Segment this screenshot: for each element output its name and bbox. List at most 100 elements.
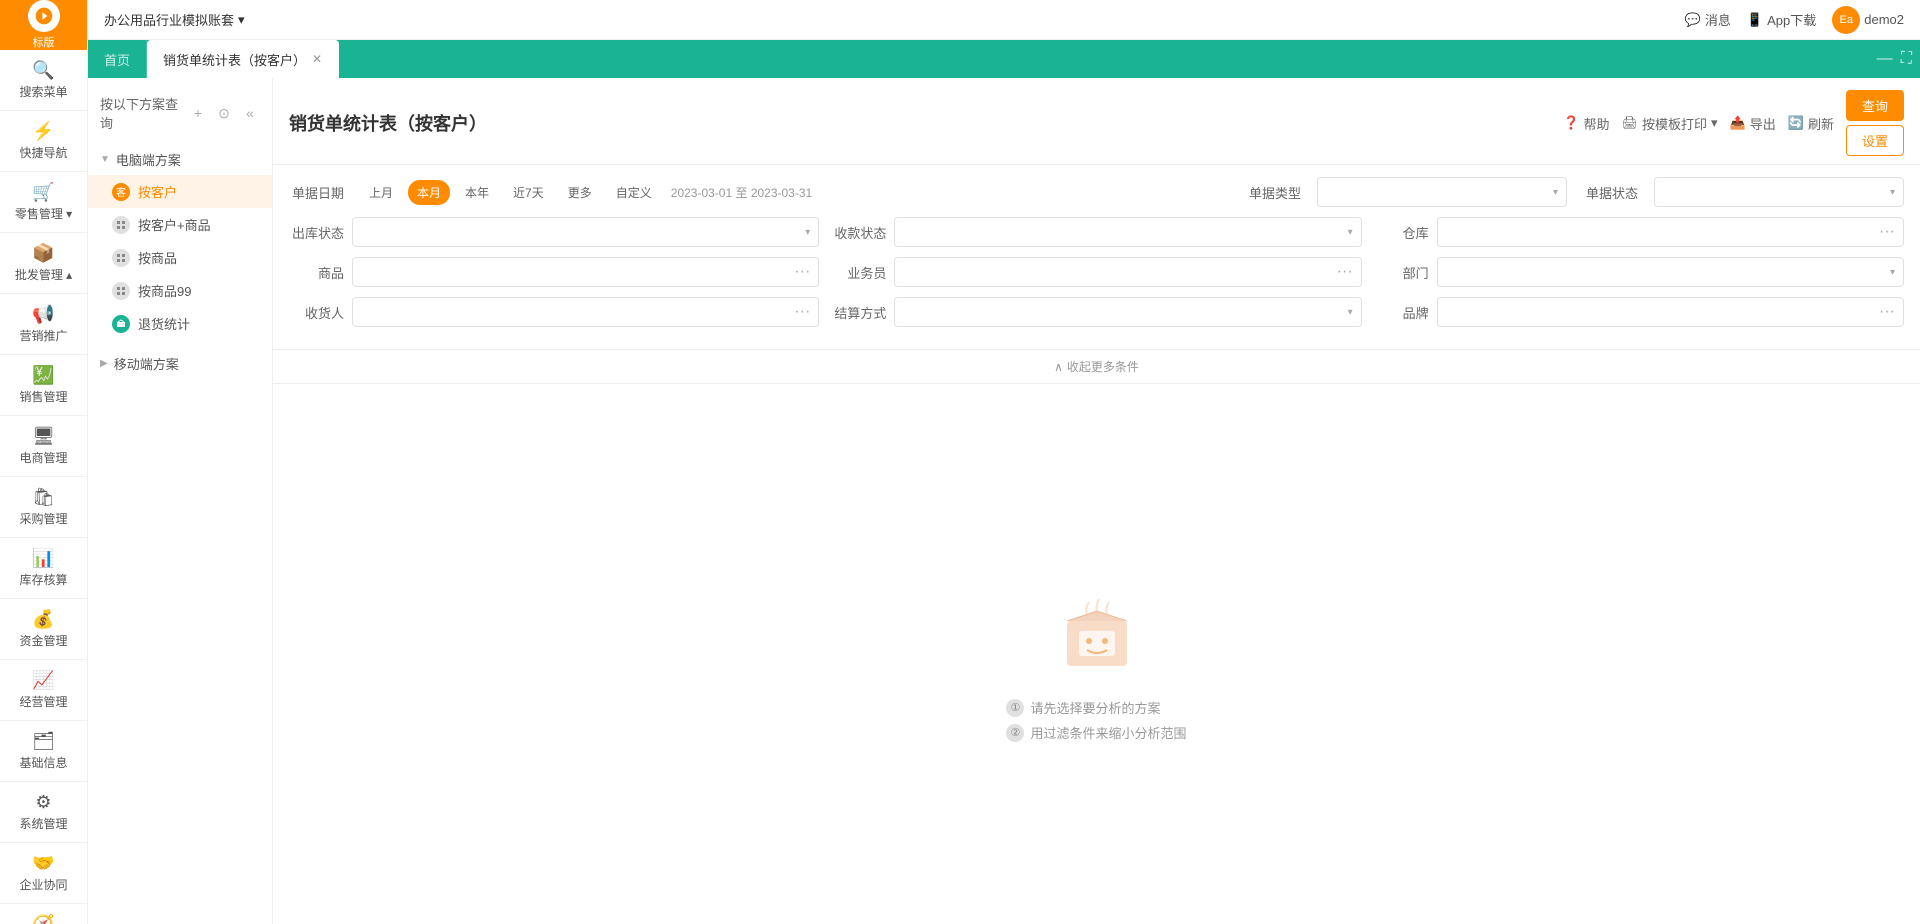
salesperson-dots: ··· [1337,263,1353,281]
dept-control[interactable]: ▾ [1437,257,1904,287]
sec-sub-item-by-customer[interactable]: 客 按客户 [88,175,272,208]
sidebar-item-operations[interactable]: 📈 经营管理 [0,660,87,721]
sec-sub-item-return[interactable]: 退货统计 [88,307,272,340]
brand-control[interactable]: ··· [1437,297,1904,327]
export-icon: 📤 [1730,115,1746,131]
empty-state: ① 请先选择要分析的方案 ② 用过滤条件来缩小分析范围 [273,384,1920,924]
date-custom[interactable]: 自定义 [607,180,661,205]
warehouse-control[interactable]: ··· [1437,217,1904,247]
tab-sales-stat[interactable]: 销货单统计表（按客户） ✕ [147,40,339,78]
refresh-label: 刷新 [1808,114,1834,133]
doc-type-label: 单据类型 [1246,183,1301,202]
tab-home[interactable]: 首页 [88,40,147,78]
sidebar-item-wholesale-label: 批发管理 ▴ [4,266,83,283]
sec-collapse-icon[interactable]: « [240,103,260,123]
goods-dots: ··· [794,263,810,281]
empty-tip-2: ② 用过滤条件来缩小分析范围 [1006,723,1186,742]
settings-button[interactable]: 设置 [1846,125,1904,156]
expand-btn[interactable]: ⛶ [1901,50,1912,68]
sidebar-item-finance[interactable]: 💰 资金管理 [0,599,87,660]
sidebar-item-inventory[interactable]: 📊 库存核算 [0,538,87,599]
collapse-bar[interactable]: ∧ 收起更多条件 [273,350,1920,384]
tip-1-text: 请先选择要分析的方案 [1030,698,1160,717]
date-this-month[interactable]: 本月 [408,180,450,205]
sec-sub-item-by-goods[interactable]: 按商品 [88,241,272,274]
sidebar-item-basic[interactable]: 🗂 基础信息 [0,721,87,782]
sec-sub-item-by-customer-goods[interactable]: 按客户+商品 [88,208,272,241]
minimize-btn[interactable]: — [1877,50,1893,68]
sidebar-item-enterprise-label: 企业协同 [4,876,83,893]
payment-control[interactable]: ▾ [894,297,1361,327]
app-download-btn[interactable]: 📱 App下载 [1747,10,1816,29]
sidebar-item-sales[interactable]: 💹 销售管理 [0,355,87,416]
sec-group-mobile-header[interactable]: ▶ 移动端方案 [88,348,272,379]
message-btn[interactable]: 💬 消息 [1685,10,1731,29]
sidebar-item-search[interactable]: 🔍 搜索菜单 [0,50,87,111]
date-more[interactable]: 更多 [559,180,601,205]
sidebar-item-search-label: 搜索菜单 [4,83,83,100]
content-area: 销货单统计表（按客户） ❓ 帮助 🖨 按模板打印 ▾ 📤 导出 [273,78,1920,924]
sidebar-item-sales-label: 销售管理 [4,388,83,405]
sidebar-item-wholesale[interactable]: 📦 批发管理 ▴ [0,233,87,294]
sidebar-item-quicknav-label: 快捷导航 [4,144,83,161]
date-last-7[interactable]: 近7天 [504,180,553,205]
help-label: 帮助 [1584,114,1610,133]
sidebar-item-operations-label: 经营管理 [4,693,83,710]
help-btn[interactable]: ❓ 帮助 [1563,114,1609,133]
sec-sub-label-return: 退货统计 [138,314,190,333]
refresh-btn[interactable]: 🔄 刷新 [1788,114,1834,133]
empty-illustration [1037,566,1157,686]
purchase-icon: 🛍 [4,487,83,508]
out-status-arrow: ▾ [805,227,810,238]
sidebar-item-quicknav[interactable]: ⚡ 快捷导航 [0,111,87,172]
salesperson-control[interactable]: ··· [894,257,1361,287]
payment-cell: 结算方式 ▾ [831,297,1361,327]
empty-tips: ① 请先选择要分析的方案 ② 用过滤条件来缩小分析范围 [1006,698,1186,742]
out-status-control[interactable]: ▾ [352,217,819,247]
salesperson-label: 业务员 [831,263,886,282]
sidebar-item-purchase[interactable]: 🛍 采购管理 [0,477,87,538]
sidebar-item-retail[interactable]: 🛒 零售管理 ▾ [0,172,87,233]
sec-add-icon[interactable]: + [188,103,208,123]
sidebar-item-finance-label: 资金管理 [4,632,83,649]
dropdown-arrow: ▾ [238,12,245,28]
warehouse-dots: ··· [1879,223,1895,241]
date-last-month[interactable]: 上月 [360,180,402,205]
print-btn[interactable]: 🖨 按模板打印 ▾ [1622,114,1718,133]
sec-settings-icon[interactable]: ⊙ [214,103,234,123]
export-btn[interactable]: 📤 导出 [1730,114,1776,133]
receipt-status-cell: 收款状态 ▾ [831,217,1361,247]
dept-cell: 部门 ▾ [1374,257,1904,287]
date-this-year[interactable]: 本年 [456,180,498,205]
goods-label: 商品 [289,263,344,282]
sidebar-item-marketing[interactable]: 📢 营销推广 [0,294,87,355]
receiver-control[interactable]: ··· [352,297,819,327]
sec-sidebar-title: 按以下方案查询 [100,94,188,132]
sec-group-desktop-header[interactable]: ▼ 电脑端方案 [88,144,272,175]
receipt-status-control[interactable]: ▾ [894,217,1361,247]
sec-sub-item-by-goods99[interactable]: 按商品99 [88,274,272,307]
sec-sidebar-icons: + ⊙ « [188,103,260,123]
user-menu[interactable]: Ea demo2 [1832,6,1904,34]
secondary-sidebar: 按以下方案查询 + ⊙ « ▼ 电脑端方案 客 按客户 [88,78,273,924]
sidebar-item-enterprise[interactable]: 🤝 企业协同 [0,843,87,904]
header-right: 💬 消息 📱 App下载 Ea demo2 [1685,6,1904,34]
goods-control[interactable]: ··· [352,257,819,287]
main-wrapper: 办公用品行业模拟账套 ▾ 💬 消息 📱 App下载 Ea demo2 首页 [88,0,1920,924]
tab-close-icon[interactable]: ✕ [312,52,322,66]
refresh-icon: 🔄 [1788,115,1804,131]
print-icon: 🖨 [1622,115,1639,131]
payment-label: 结算方式 [831,303,886,322]
sidebar-item-system[interactable]: ⚙ 系统管理 [0,782,87,843]
query-button[interactable]: 查询 [1846,90,1904,121]
inventory-icon: 📊 [4,548,83,569]
sec-group-mobile-label: 移动端方案 [114,354,179,373]
doc-status-control[interactable]: ▾ [1654,177,1904,207]
sidebar-item-guide[interactable]: 🧭 新手引导 [0,904,87,924]
sec-group-arrow-down: ▼ [100,154,110,165]
sidebar-item-ecommerce[interactable]: 🖥 电商管理 [0,416,87,477]
industry-selector[interactable]: 办公用品行业模拟账套 ▾ [104,10,245,29]
doc-type-control[interactable]: ▾ [1317,177,1567,207]
left-sidebar: 标版 🔍 搜索菜单 ⚡ 快捷导航 🛒 零售管理 ▾ 📦 批发管理 ▴ 📢 营销推… [0,0,88,924]
print-arrow: ▾ [1711,115,1718,131]
